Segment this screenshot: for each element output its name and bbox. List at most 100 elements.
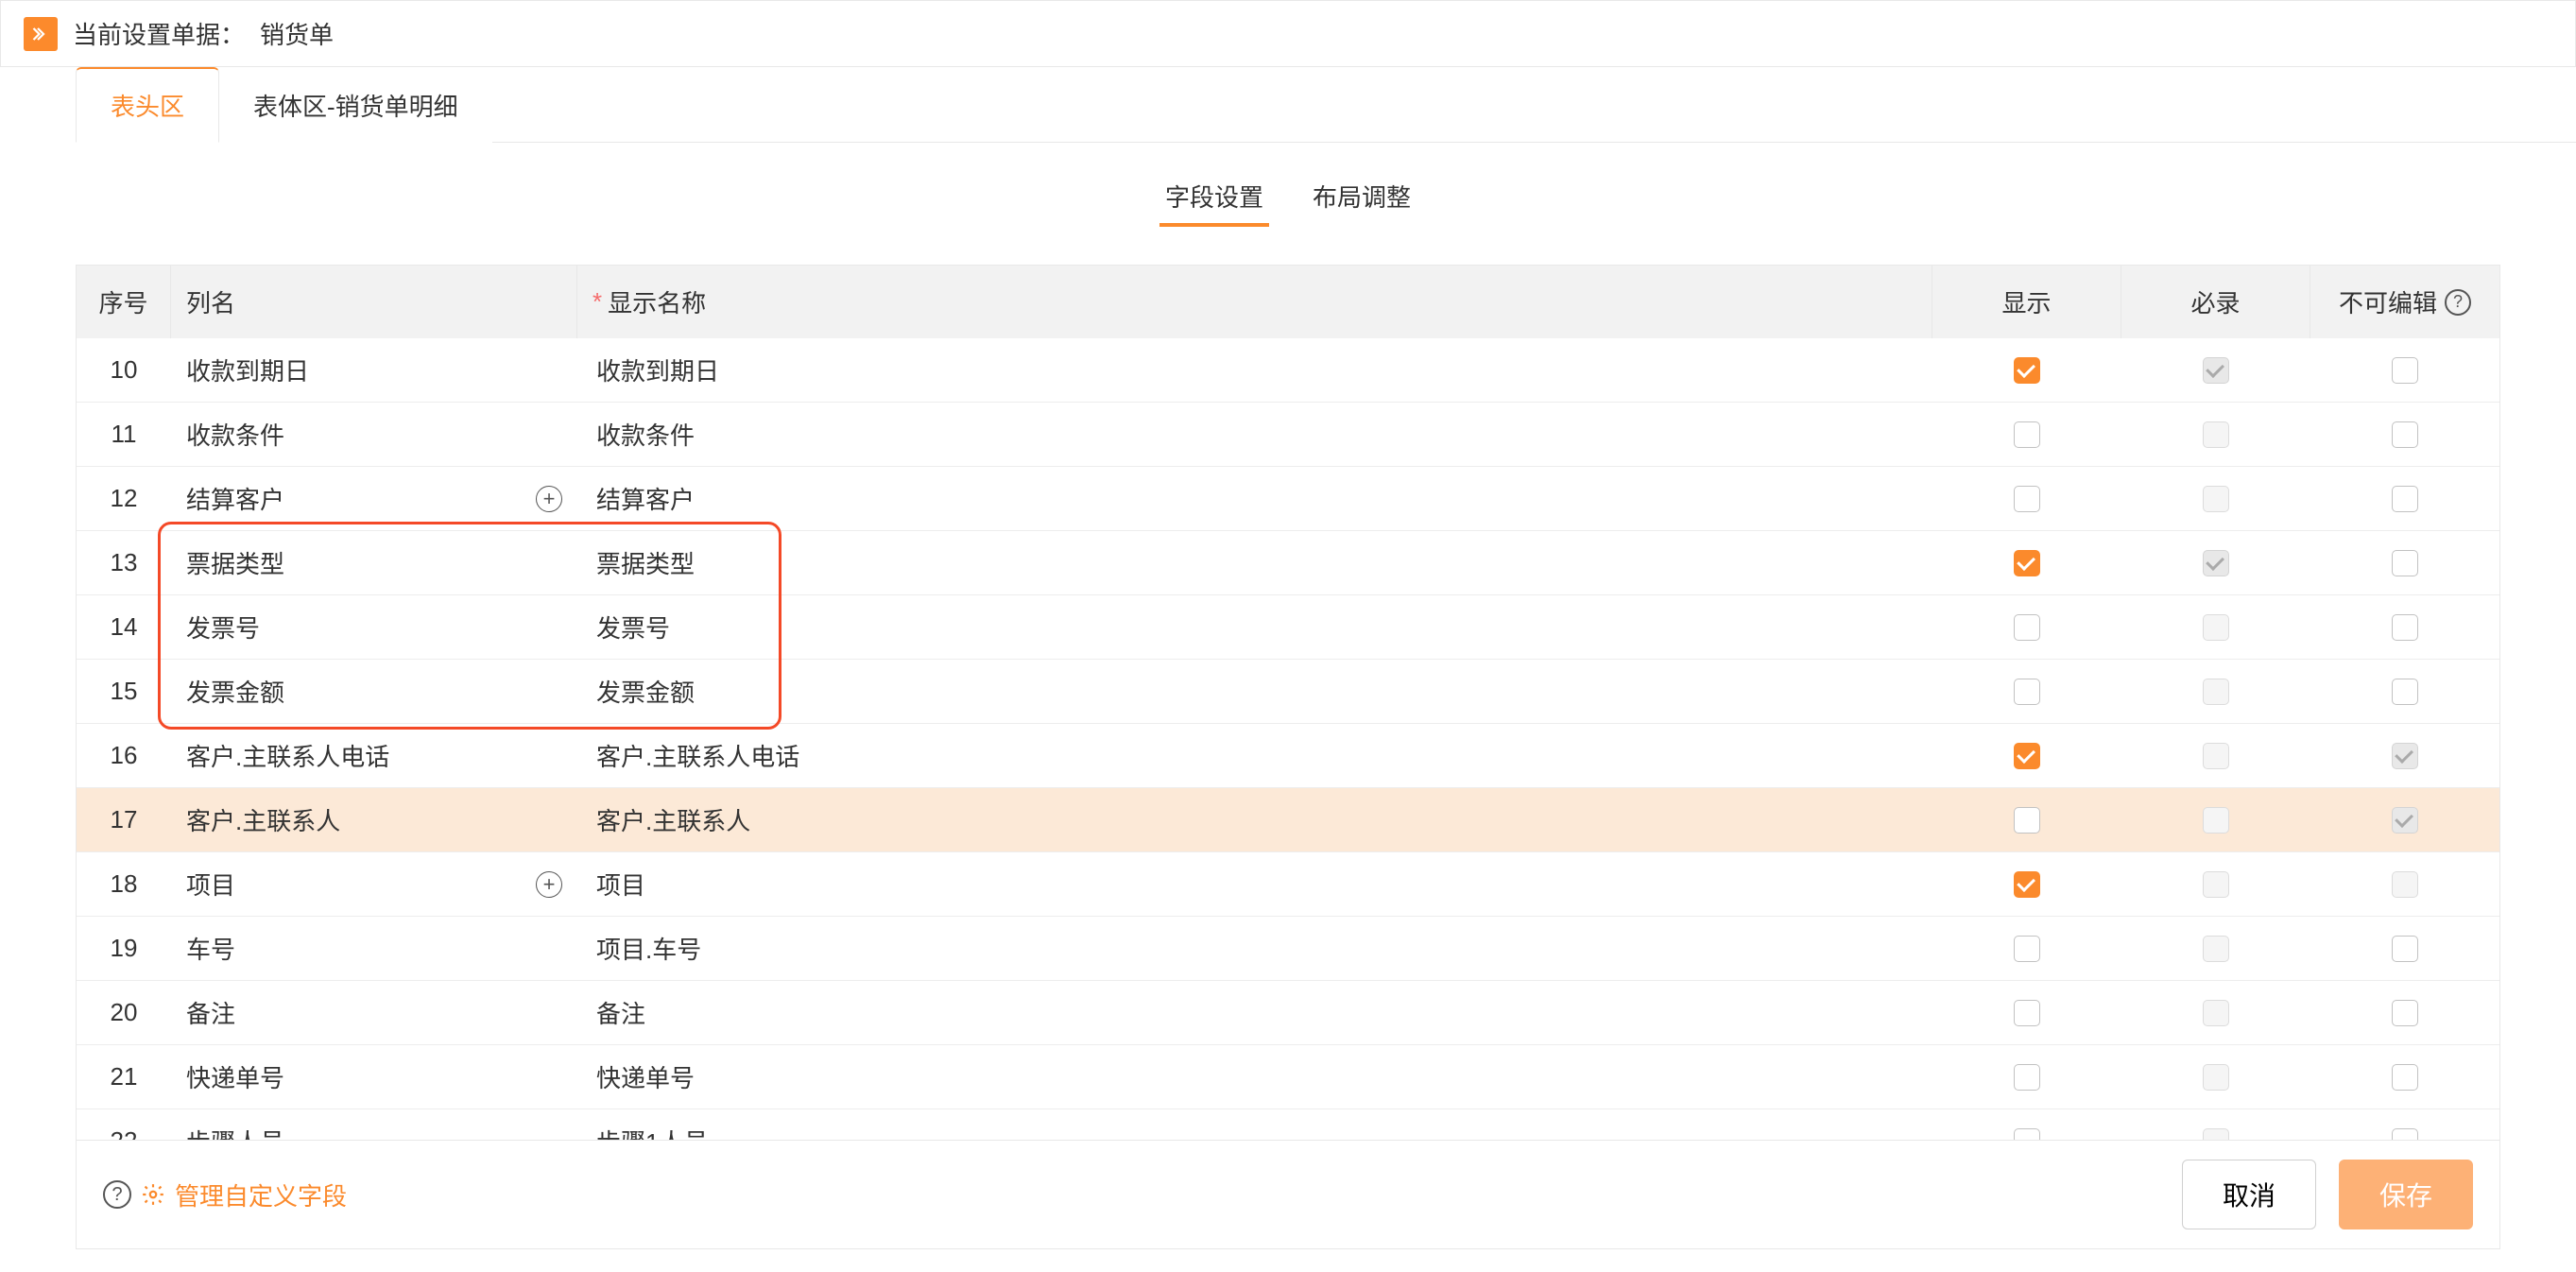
cell-seq: 15 [77, 660, 171, 723]
gear-icon [141, 1182, 165, 1207]
header-required: 必录 [2121, 266, 2310, 338]
cell-display[interactable]: 项目 [577, 852, 1932, 916]
checkbox-readonly[interactable] [2392, 357, 2418, 384]
cell-seq: 21 [77, 1045, 171, 1109]
checkbox-readonly [2392, 871, 2418, 898]
checkbox-readonly[interactable] [2392, 486, 2418, 512]
cell-name: 票据类型 [171, 531, 577, 594]
cell-seq: 17 [77, 788, 171, 851]
checkbox-required [2203, 1000, 2229, 1026]
checkbox-show[interactable] [2014, 1064, 2040, 1091]
cell-name: 收款到期日 [171, 338, 577, 402]
checkbox-readonly[interactable] [2392, 679, 2418, 705]
cell-seq: 19 [77, 917, 171, 980]
cell-name: 结算客户+ [171, 467, 577, 530]
cell-name: 发票号 [171, 595, 577, 659]
cell-display[interactable]: 项目.车号 [577, 917, 1932, 980]
checkbox-required [2203, 807, 2229, 834]
checkbox-required [2203, 614, 2229, 641]
checkbox-readonly [2392, 743, 2418, 769]
table-row: 19车号项目.车号 [77, 917, 2499, 981]
checkbox-required [2203, 550, 2229, 576]
cell-name: 快递单号 [171, 1045, 577, 1109]
table-row: 17客户.主联系人客户.主联系人 [77, 788, 2499, 852]
checkbox-show[interactable] [2014, 807, 2040, 834]
cell-display[interactable]: 客户.主联系人电话 [577, 724, 1932, 787]
table-row: 11收款条件收款条件 [77, 403, 2499, 467]
checkbox-readonly[interactable] [2392, 936, 2418, 962]
manage-custom-fields-link[interactable]: ? 管理自定义字段 [103, 1177, 347, 1212]
header-readonly: 不可编辑 ? [2310, 266, 2499, 338]
checkbox-readonly[interactable] [2392, 421, 2418, 448]
checkbox-required [2203, 357, 2229, 384]
cell-name: 收款条件 [171, 403, 577, 466]
topbar: 当前设置单据： 销货单 [0, 0, 2576, 67]
expand-field-icon[interactable]: + [536, 871, 562, 898]
table-row: 10收款到期日收款到期日 [77, 338, 2499, 403]
table-row: 15发票金额发票金额 [77, 660, 2499, 724]
cell-seq: 13 [77, 531, 171, 594]
header-name: 列名 [171, 266, 577, 338]
cell-display[interactable]: 收款到期日 [577, 338, 1932, 402]
cell-name: 客户.主联系人电话 [171, 724, 577, 787]
checkbox-show[interactable] [2014, 357, 2040, 384]
checkbox-readonly[interactable] [2392, 1000, 2418, 1026]
cell-display[interactable]: 发票号 [577, 595, 1932, 659]
checkbox-show[interactable] [2014, 679, 2040, 705]
table-row: 18项目+项目 [77, 852, 2499, 917]
expand-sidebar-button[interactable] [24, 17, 58, 51]
table-header: 序号 列名 * 显示名称 显示 必录 不可编辑 ? [77, 266, 2499, 338]
table-row: 12结算客户+结算客户 [77, 467, 2499, 531]
main-tabs: 表头区表体区-销货单明细 [76, 66, 2576, 143]
checkbox-show[interactable] [2014, 486, 2040, 512]
save-button[interactable]: 保存 [2339, 1160, 2473, 1229]
header-show: 显示 [1932, 266, 2121, 338]
cell-name: 备注 [171, 981, 577, 1044]
checkbox-show[interactable] [2014, 550, 2040, 576]
checkbox-show[interactable] [2014, 1000, 2040, 1026]
expand-field-icon[interactable]: + [536, 486, 562, 512]
cell-display[interactable]: 收款条件 [577, 403, 1932, 466]
cell-display[interactable]: 备注 [577, 981, 1932, 1044]
sub-tabs: 字段设置布局调整 [0, 169, 2576, 227]
checkbox-show[interactable] [2014, 936, 2040, 962]
cell-seq: 11 [77, 403, 171, 466]
subtab-0[interactable]: 字段设置 [1159, 169, 1269, 227]
cell-display[interactable]: 票据类型 [577, 531, 1932, 594]
cell-seq: 16 [77, 724, 171, 787]
table-row: 14发票号发票号 [77, 595, 2499, 660]
checkbox-show[interactable] [2014, 743, 2040, 769]
cell-name: 客户.主联系人 [171, 788, 577, 851]
tab-1[interactable]: 表体区-销货单明细 [219, 67, 492, 143]
checkbox-required [2203, 486, 2229, 512]
checkbox-readonly[interactable] [2392, 1064, 2418, 1091]
cell-name: 发票金额 [171, 660, 577, 723]
cell-name: 项目+ [171, 852, 577, 916]
footer: ? 管理自定义字段 取消 保存 [76, 1140, 2500, 1249]
tab-0[interactable]: 表头区 [76, 67, 219, 143]
checkbox-show[interactable] [2014, 614, 2040, 641]
table-row: 13票据类型票据类型 [77, 531, 2499, 595]
subtab-1[interactable]: 布局调整 [1307, 169, 1417, 227]
table-row: 21快递单号快递单号 [77, 1045, 2499, 1109]
checkbox-required [2203, 679, 2229, 705]
cell-display[interactable]: 快递单号 [577, 1045, 1932, 1109]
header-display: * 显示名称 [577, 266, 1932, 338]
required-star-icon: * [592, 287, 602, 317]
cell-display[interactable]: 客户.主联系人 [577, 788, 1932, 851]
field-table: 序号 列名 * 显示名称 显示 必录 不可编辑 ? 10收款到期日收款到期日11… [76, 265, 2500, 1191]
header-seq: 序号 [77, 266, 171, 338]
cell-display[interactable]: 结算客户 [577, 467, 1932, 530]
checkbox-show[interactable] [2014, 871, 2040, 898]
cell-display[interactable]: 发票金额 [577, 660, 1932, 723]
cancel-button[interactable]: 取消 [2182, 1160, 2316, 1229]
cell-seq: 18 [77, 852, 171, 916]
help-icon[interactable]: ? [2445, 289, 2471, 316]
checkbox-show[interactable] [2014, 421, 2040, 448]
checkbox-required [2203, 421, 2229, 448]
checkbox-readonly[interactable] [2392, 614, 2418, 641]
checkbox-readonly[interactable] [2392, 550, 2418, 576]
checkbox-required [2203, 871, 2229, 898]
topbar-value: 销货单 [260, 16, 334, 51]
topbar-label: 当前设置单据： [73, 16, 245, 51]
